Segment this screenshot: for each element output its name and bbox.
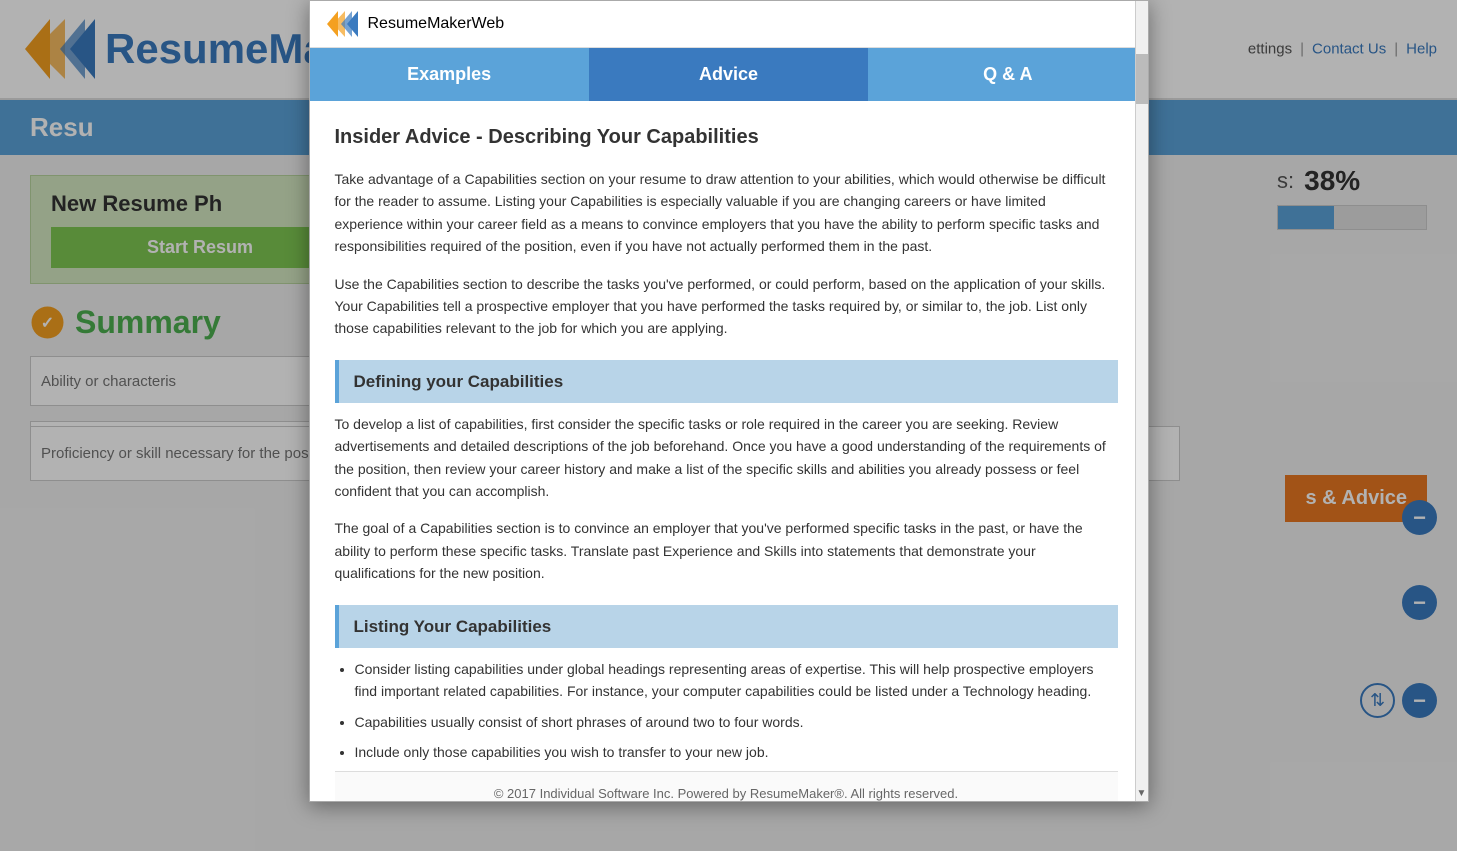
modal-intro-1: Take advantage of a Capabilities section… [335,168,1118,258]
section1-heading-box: Defining your Capabilities [335,360,1118,403]
tab-qa[interactable]: Q & A [868,48,1147,101]
tab-bar: Examples Advice Q & A [310,48,1148,101]
modal-dialog: ResumeMakerWeb ▲ Examples Advice Q & A I… [309,0,1149,802]
bullet-item-3: Include only those capabilities you wish… [355,741,1118,763]
bullet-item-2: Capabilities usually consist of short ph… [355,711,1118,733]
section3-heading: Listing Your Capabilities [354,613,1103,640]
modal-content[interactable]: Insider Advice - Describing Your Capabil… [310,101,1148,801]
tab-scroll-area [1135,1,1148,46]
bullet-item-1: Consider listing capabilities under glob… [355,658,1118,703]
modal-intro-2: Use the Capabilities section to describe… [335,273,1118,340]
section2-para: The goal of a Capabilities section is to… [335,517,1118,584]
footer-text: © 2017 Individual Software Inc. Powered … [494,786,958,801]
capabilities-list: Consider listing capabilities under glob… [355,658,1118,764]
section1-body: To develop a list of capabilities, first… [335,413,1118,503]
scroll-down-arrow[interactable]: ▼ [1136,788,1148,799]
modal-logo: ResumeMakerWeb [325,9,505,39]
tab-examples[interactable]: Examples [310,48,589,101]
modal-top-bar: ResumeMakerWeb ▲ [310,1,1148,48]
modal-logo-text: ResumeMakerWeb [368,15,505,33]
modal-title: Insider Advice - Describing Your Capabil… [335,121,1118,153]
section3-heading-box: Listing Your Capabilities [335,605,1118,648]
tab-advice[interactable]: Advice [589,48,868,101]
modal-logo-icon [325,9,360,39]
modal-footer: © 2017 Individual Software Inc. Powered … [335,771,1118,801]
modal-scrollbar[interactable]: ▼ [1135,46,1148,801]
section1-heading: Defining your Capabilities [354,368,1103,395]
scrollbar-thumb[interactable] [1136,54,1148,104]
